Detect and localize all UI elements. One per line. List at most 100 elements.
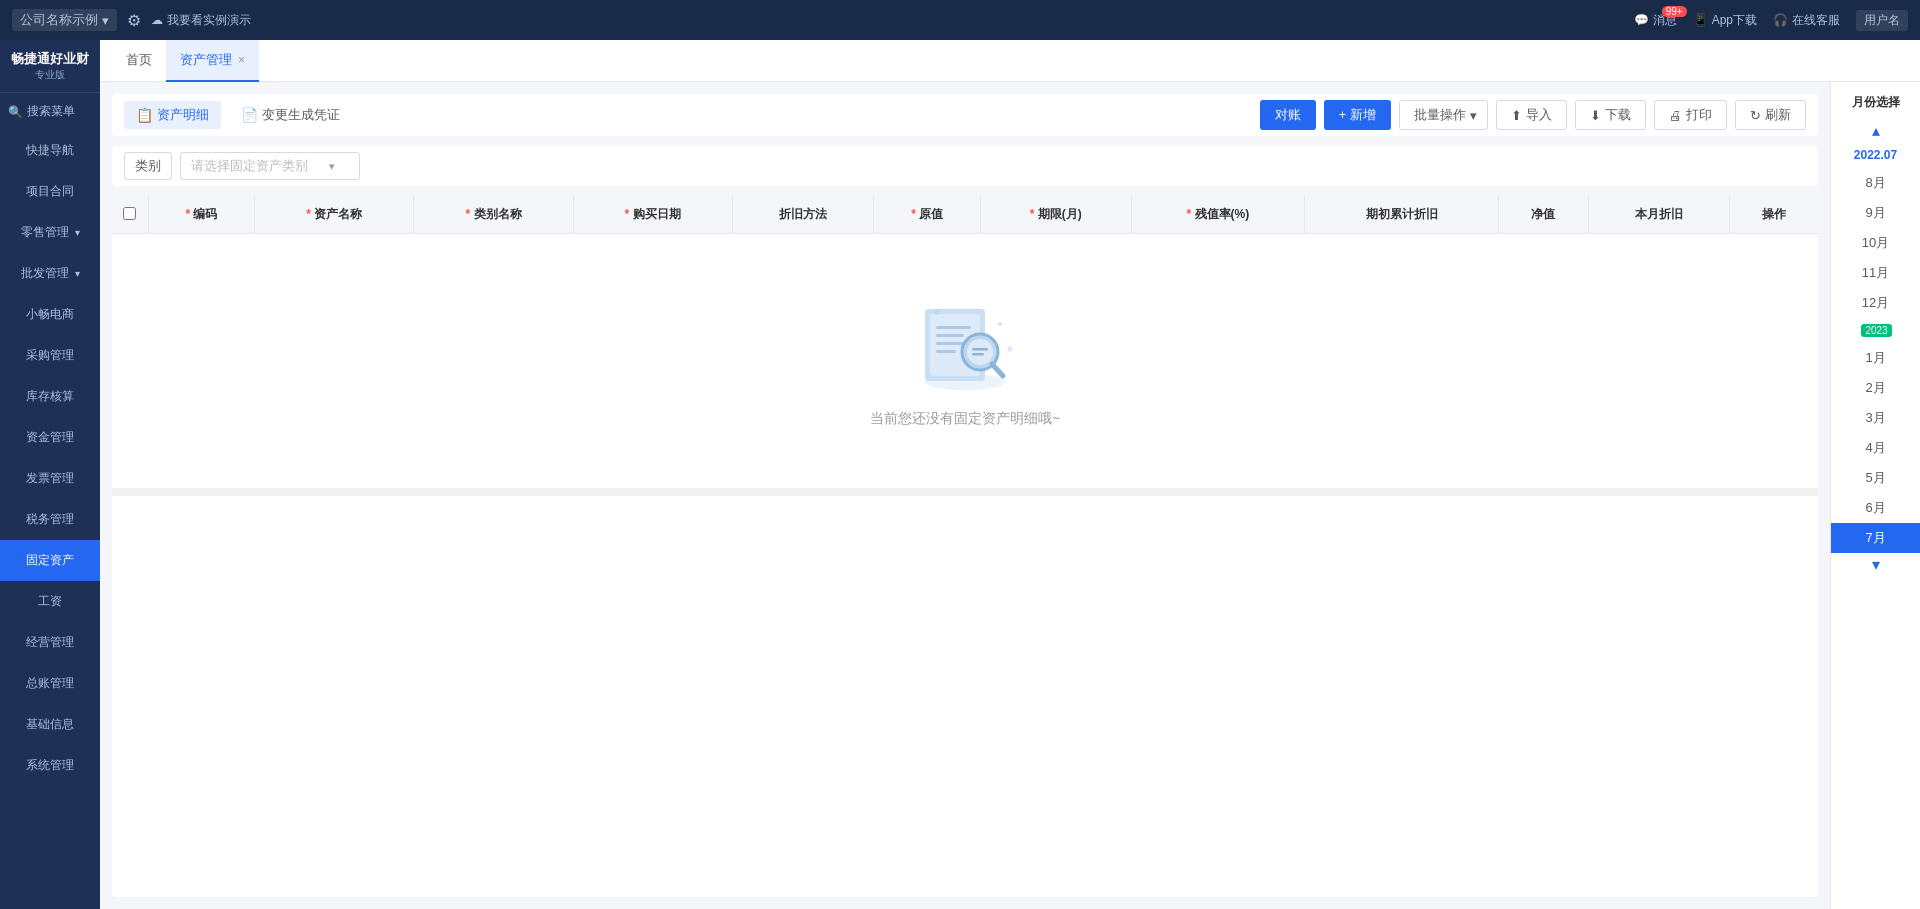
sidebar-item-finance[interactable]: 资金管理 <box>0 417 100 458</box>
brand-title: 畅捷通好业财 <box>8 50 92 68</box>
month-item-10[interactable]: 10月 <box>1831 228 1920 258</box>
filter-category-select[interactable]: 请选择固定资产类别 ▾ <box>180 152 360 180</box>
table-header: 编码 资产名称 类别名称 购买日期 折旧方法 原值 期限(月) 残值率(%) 期… <box>112 196 1818 234</box>
empty-cell: 当前您还没有固定资产明细哦~ <box>112 234 1818 489</box>
page-main: 📋 资产明细 📄 变更生成凭证 对账 + 新增 <box>100 82 1830 909</box>
select-all-checkbox[interactable] <box>123 207 136 220</box>
sidebar-item-purchase[interactable]: 采购管理 <box>0 335 100 376</box>
sidebar-item-wholesale[interactable]: 批发管理 <box>0 253 100 294</box>
tax-label: 税务管理 <box>26 511 74 528</box>
month-item-11[interactable]: 11月 <box>1831 258 1920 288</box>
tab-home-label: 首页 <box>126 51 152 69</box>
refresh-button[interactable]: ↻ 刷新 <box>1735 100 1806 130</box>
month-item-2023-3[interactable]: 3月 <box>1831 403 1920 433</box>
month-item-9[interactable]: 9月 <box>1831 198 1920 228</box>
import-icon: ⬆ <box>1511 108 1522 123</box>
print-icon: 🖨 <box>1669 108 1682 123</box>
month-item-current-year[interactable]: 2022.07 <box>1831 142 1920 168</box>
sidebar-item-system[interactable]: 系统管理 <box>0 745 100 786</box>
print-label: 打印 <box>1686 106 1712 124</box>
sidebar-item-retail[interactable]: 零售管理 <box>0 212 100 253</box>
fixed-assets-label: 固定资产 <box>26 552 74 569</box>
tab-asset-mgmt[interactable]: 资产管理 × <box>166 40 259 82</box>
add-button[interactable]: + 新增 <box>1324 100 1391 130</box>
message-button[interactable]: 💬 消息 99+ <box>1634 12 1677 29</box>
demo-text: 我要看实例演示 <box>167 12 251 29</box>
tab-home[interactable]: 首页 <box>112 40 166 82</box>
month-nav-down[interactable]: ▾ <box>1864 553 1888 576</box>
sidebar-item-project[interactable]: 项目合同 <box>0 171 100 212</box>
search-icon: 🔍 <box>8 105 23 119</box>
month-item-12[interactable]: 12月 <box>1831 288 1920 318</box>
sub-tabs-row: 📋 资产明细 📄 变更生成凭证 对账 + 新增 <box>112 94 1818 136</box>
content-area: 首页 资产管理 × 📋 资产明细 📄 变更生成凭证 <box>100 40 1920 909</box>
company-selector[interactable]: 公司名称示例 ▾ <box>12 9 117 31</box>
month-item-2023-1[interactable]: 1月 <box>1831 343 1920 373</box>
sidebar-item-tax[interactable]: 税务管理 <box>0 499 100 540</box>
top-bar-right: 💬 消息 99+ 📱 App下载 🎧 在线客服 用户名 <box>1634 10 1908 31</box>
demo-link[interactable]: ☁ 我要看实例演示 <box>151 12 251 29</box>
headset-icon: 🎧 <box>1773 13 1788 27</box>
empty-row: 当前您还没有固定资产明细哦~ <box>112 234 1818 489</box>
download-button[interactable]: ⬇ 下载 <box>1575 100 1646 130</box>
filter-arrow-icon: ▾ <box>329 160 335 173</box>
top-bar: 公司名称示例 ▾ ⚙ ☁ 我要看实例演示 💬 消息 99+ 📱 App下载 🎧 … <box>0 0 1920 40</box>
month-item-2023-4[interactable]: 4月 <box>1831 433 1920 463</box>
operations-label: 经营管理 <box>26 634 74 651</box>
settings-button[interactable]: ⚙ <box>123 7 145 34</box>
user-info[interactable]: 用户名 <box>1856 10 1908 31</box>
import-label: 导入 <box>1526 106 1552 124</box>
download-icon: ⬇ <box>1590 108 1601 123</box>
batch-button[interactable]: 批量操作 ▾ <box>1399 100 1488 130</box>
demo-icon: ☁ <box>151 13 163 27</box>
batch-label: 批量操作 <box>1414 106 1466 124</box>
month-item-2023-2[interactable]: 2月 <box>1831 373 1920 403</box>
sidebar-item-salary[interactable]: 工资 <box>0 581 100 622</box>
sidebar-item-quick-nav[interactable]: 快捷导航 <box>0 130 100 171</box>
invoice-label: 发票管理 <box>26 470 74 487</box>
add-label: + 新增 <box>1339 106 1376 124</box>
sidebar-item-fixed-assets[interactable]: 固定资产 <box>0 540 100 581</box>
sidebar-search[interactable]: 🔍 搜索菜单 <box>0 93 100 130</box>
svg-rect-11 <box>972 348 988 351</box>
page-content: 📋 资产明细 📄 变更生成凭证 对账 + 新增 <box>100 82 1920 909</box>
search-label: 搜索菜单 <box>27 103 75 120</box>
sidebar-item-ecommerce[interactable]: 小畅电商 <box>0 294 100 335</box>
company-dropdown-icon: ▾ <box>102 13 109 28</box>
tab-asset-mgmt-label: 资产管理 <box>180 51 232 69</box>
inventory-label: 库存核算 <box>26 388 74 405</box>
retail-label: 零售管理 <box>21 224 69 241</box>
basic-label: 基础信息 <box>26 716 74 733</box>
refresh-icon: ↻ <box>1750 108 1761 123</box>
purchase-label: 采购管理 <box>26 347 74 364</box>
match-button[interactable]: 对账 <box>1260 100 1316 130</box>
app-download-button[interactable]: 📱 App下载 <box>1693 12 1757 29</box>
sidebar-item-operations[interactable]: 经营管理 <box>0 622 100 663</box>
import-button[interactable]: ⬆ 导入 <box>1496 100 1567 130</box>
sidebar-item-basic[interactable]: 基础信息 <box>0 704 100 745</box>
month-item-2023-7[interactable]: 7月 <box>1831 523 1920 553</box>
ecommerce-label: 小畅电商 <box>26 306 74 323</box>
brand-edition: 专业版 <box>8 68 92 82</box>
sidebar-item-ledger[interactable]: 总账管理 <box>0 663 100 704</box>
month-item-2023-5[interactable]: 5月 <box>1831 463 1920 493</box>
sub-tab-change-voucher[interactable]: 📄 变更生成凭证 <box>229 101 352 129</box>
month-nav-up[interactable]: ▴ <box>1864 119 1888 142</box>
print-button[interactable]: 🖨 打印 <box>1654 100 1727 130</box>
month-picker-panel: 月份选择 ▴ 2022.07 8月 9月 10月 11月 12月 2023 1月… <box>1830 82 1920 909</box>
sidebar-item-invoice[interactable]: 发票管理 <box>0 458 100 499</box>
bottom-scrollbar[interactable] <box>112 488 1818 496</box>
app-download-label: App下载 <box>1712 12 1757 29</box>
th-period: 期限(月) <box>981 196 1131 234</box>
month-item-8[interactable]: 8月 <box>1831 168 1920 198</box>
th-category: 类别名称 <box>414 196 573 234</box>
month-item-2023-6[interactable]: 6月 <box>1831 493 1920 523</box>
sidebar-item-inventory[interactable]: 库存核算 <box>0 376 100 417</box>
tab-close-icon[interactable]: × <box>238 53 245 67</box>
sub-tab-asset-detail[interactable]: 📋 资产明细 <box>124 101 221 129</box>
sub-tab-asset-detail-label: 资产明细 <box>157 106 209 124</box>
online-service-button[interactable]: 🎧 在线客服 <box>1773 12 1840 29</box>
th-monthly-depreciation: 本月折旧 <box>1588 196 1730 234</box>
th-residual-rate: 残值率(%) <box>1131 196 1305 234</box>
filter-category-label: 类别 <box>124 152 172 180</box>
